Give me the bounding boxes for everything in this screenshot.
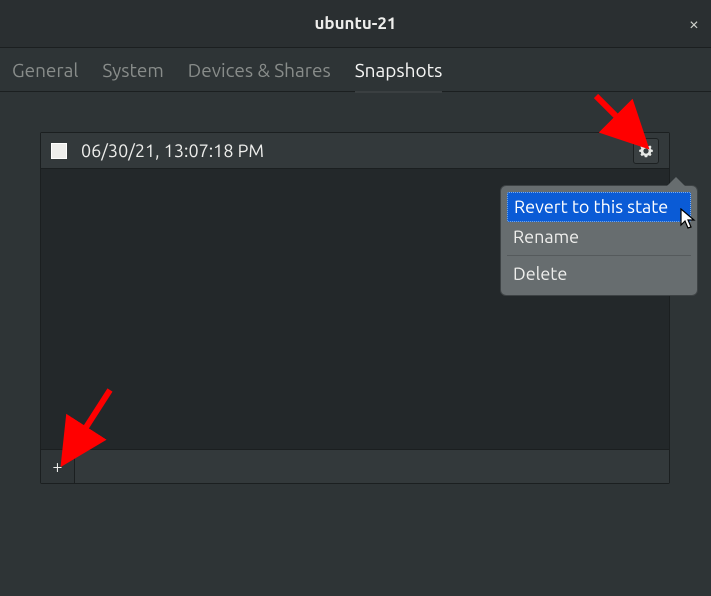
snapshot-gear-button[interactable] — [633, 138, 659, 164]
tab-label: Devices & Shares — [188, 59, 331, 81]
menu-item-label: Delete — [513, 264, 567, 284]
gear-popover-menu: Revert to this state Rename Delete — [500, 185, 698, 296]
tab-bar: General System Devices & Shares Snapshot… — [0, 48, 711, 92]
titlebar: ubuntu-21 × — [0, 0, 711, 48]
window-title: ubuntu-21 — [314, 14, 396, 33]
tab-snapshots[interactable]: Snapshots — [355, 48, 443, 92]
close-button[interactable]: × — [689, 0, 699, 48]
snapshot-row[interactable]: 06/30/21, 13:07:18 PM — [41, 133, 669, 169]
tab-devices[interactable]: Devices & Shares — [188, 48, 331, 92]
menu-rename[interactable]: Rename — [507, 222, 691, 252]
tab-general[interactable]: General — [12, 48, 78, 92]
tab-label: Snapshots — [355, 59, 443, 81]
menu-revert[interactable]: Revert to this state — [507, 192, 691, 222]
gear-icon — [639, 144, 653, 158]
menu-delete[interactable]: Delete — [507, 259, 691, 289]
menu-separator — [507, 255, 691, 256]
plus-icon: + — [52, 457, 62, 477]
snapshot-checkbox[interactable] — [51, 143, 67, 159]
tab-system[interactable]: System — [102, 48, 163, 92]
snapshot-timestamp: 06/30/21, 13:07:18 PM — [81, 141, 633, 161]
add-snapshot-button[interactable]: + — [41, 450, 75, 483]
tab-label: System — [102, 59, 163, 81]
menu-item-label: Rename — [513, 227, 579, 247]
tab-label: General — [12, 59, 78, 81]
menu-item-label: Revert to this state — [514, 197, 668, 217]
panel-footer: + — [41, 449, 669, 483]
